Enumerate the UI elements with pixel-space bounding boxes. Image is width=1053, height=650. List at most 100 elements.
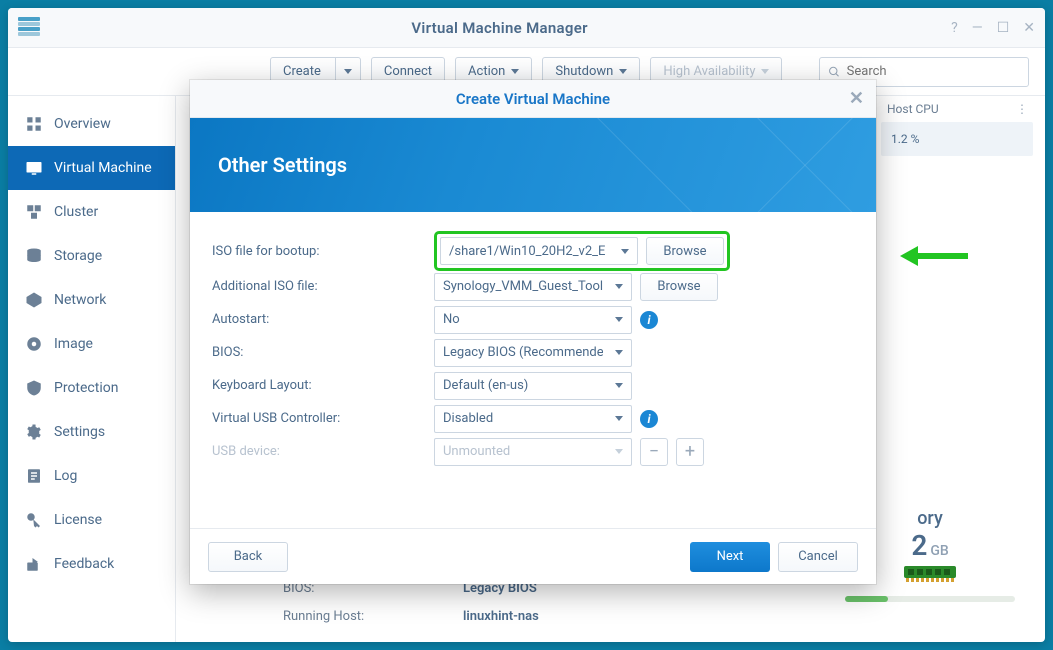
- chevron-down-icon: [621, 249, 629, 254]
- sidebar-item-log[interactable]: Log: [8, 454, 175, 498]
- cluster-icon: [24, 202, 44, 222]
- autostart-label: Autostart:: [212, 312, 434, 327]
- search-input[interactable]: [847, 64, 1020, 79]
- sidebar-label: Storage: [54, 248, 102, 264]
- sidebar-label: License: [54, 512, 102, 528]
- modal-header: Create Virtual Machine ✕: [190, 80, 876, 118]
- window-title: Virtual Machine Manager: [48, 19, 951, 37]
- image-icon: [24, 334, 44, 354]
- close-icon[interactable]: ✕: [1023, 20, 1035, 36]
- sidebar-label: Log: [54, 468, 77, 484]
- iso-bootup-label: ISO file for bootup:: [212, 244, 434, 259]
- chevron-down-icon: [615, 383, 623, 388]
- additional-iso-label: Additional ISO file:: [212, 279, 434, 294]
- additional-iso-value: Synology_VMM_Guest_Tool: [443, 279, 603, 294]
- chevron-down-icon: [615, 416, 623, 421]
- chevron-down-icon: [619, 69, 627, 74]
- help-icon[interactable]: ?: [951, 20, 958, 36]
- remove-usb-button[interactable]: −: [640, 438, 668, 466]
- modal-close-icon[interactable]: ✕: [849, 90, 864, 108]
- shutdown-label: Shutdown: [555, 64, 613, 79]
- usb-controller-select[interactable]: Disabled: [434, 405, 632, 433]
- modal-body: ISO file for bootup: /share1/Win10_20H2_…: [190, 212, 876, 468]
- host-cpu-label: Host CPU: [887, 102, 939, 116]
- modal-banner-title: Other Settings: [218, 153, 347, 177]
- chevron-down-icon: [615, 350, 623, 355]
- usb-device-label: USB device:: [212, 444, 434, 459]
- sidebar-label: Network: [54, 292, 106, 308]
- minimize-icon[interactable]: —: [972, 20, 983, 36]
- memory-label: ory: [917, 508, 943, 529]
- share-icon: [24, 554, 44, 574]
- sidebar-label: Virtual Machine: [54, 160, 152, 176]
- storage-icon: [24, 246, 44, 266]
- sidebar-item-storage[interactable]: Storage: [8, 234, 175, 278]
- sidebar-label: Cluster: [54, 204, 98, 220]
- sidebar-item-vm[interactable]: Virtual Machine: [8, 146, 175, 190]
- modal-banner: Other Settings: [190, 118, 876, 212]
- maximize-icon[interactable]: ☐: [997, 20, 1010, 36]
- sidebar-label: Settings: [54, 424, 105, 440]
- chevron-down-icon: [344, 69, 352, 74]
- autostart-select[interactable]: No: [434, 306, 632, 334]
- iso-bootup-browse-button[interactable]: Browse: [646, 237, 724, 265]
- sidebar: Overview Virtual Machine Cluster Storage…: [8, 96, 176, 642]
- additional-iso-browse-button[interactable]: Browse: [640, 273, 718, 301]
- modal-title: Create Virtual Machine: [456, 90, 610, 108]
- bios-select[interactable]: Legacy BIOS (Recommende: [434, 339, 632, 367]
- sidebar-item-feedback[interactable]: Feedback: [8, 542, 175, 586]
- back-button[interactable]: Back: [208, 542, 288, 572]
- keyboard-layout-label: Keyboard Layout:: [212, 378, 434, 393]
- ha-label: High Availability: [663, 64, 755, 79]
- gear-icon: [24, 422, 44, 442]
- sidebar-item-protection[interactable]: Protection: [8, 366, 175, 410]
- chevron-down-icon: [761, 69, 769, 74]
- app-window: Virtual Machine Manager ? — ☐ ✕ Create C…: [8, 8, 1045, 642]
- more-icon[interactable]: ⋮: [1016, 102, 1027, 116]
- sidebar-item-overview[interactable]: Overview: [8, 102, 175, 146]
- chevron-down-icon: [615, 449, 623, 454]
- bg-host-label: Running Host:: [283, 609, 443, 624]
- memory-bar: [845, 596, 1015, 602]
- sidebar-item-cluster[interactable]: Cluster: [8, 190, 175, 234]
- sidebar-item-network[interactable]: Network: [8, 278, 175, 322]
- sidebar-label: Feedback: [54, 556, 114, 572]
- usb-controller-value: Disabled: [443, 411, 493, 426]
- add-usb-button[interactable]: +: [676, 438, 704, 466]
- chevron-down-icon: [615, 317, 623, 322]
- create-vm-modal: Create Virtual Machine ✕ Other Settings …: [190, 80, 876, 584]
- sidebar-item-settings[interactable]: Settings: [8, 410, 175, 454]
- right-panel: Host CPU ⋮ 1.2 %: [881, 96, 1033, 156]
- window-controls: ? — ☐ ✕: [951, 20, 1035, 36]
- highlight-annotation: /share1/Win10_20H2_v2_E Browse: [434, 231, 730, 271]
- shield-icon: [24, 378, 44, 398]
- sidebar-label: Protection: [54, 380, 118, 396]
- info-icon[interactable]: i: [640, 410, 658, 428]
- usb-device-select: Unmounted: [434, 438, 632, 466]
- bg-host-value: linuxhint-nas: [463, 609, 539, 624]
- usb-device-value: Unmounted: [443, 444, 510, 459]
- chevron-down-icon: [511, 69, 519, 74]
- search-icon: [828, 65, 841, 79]
- create-label: Create: [283, 64, 321, 79]
- info-icon[interactable]: i: [640, 311, 658, 329]
- additional-iso-select[interactable]: Synology_VMM_Guest_Tool: [434, 273, 632, 301]
- sidebar-label: Overview: [54, 116, 111, 132]
- memory-value: 2: [911, 529, 927, 562]
- sidebar-item-image[interactable]: Image: [8, 322, 175, 366]
- arrow-annotation: [900, 243, 970, 269]
- iso-bootup-select[interactable]: /share1/Win10_20H2_v2_E: [440, 237, 638, 265]
- cancel-button[interactable]: Cancel: [778, 542, 858, 572]
- bios-value: Legacy BIOS (Recommende: [443, 345, 603, 360]
- keyboard-layout-value: Default (en-us): [443, 378, 528, 393]
- host-cpu-value: 1.2 %: [881, 122, 1033, 156]
- action-label: Action: [468, 64, 505, 79]
- dashboard-icon: [24, 114, 44, 134]
- connect-label: Connect: [384, 64, 432, 79]
- next-button[interactable]: Next: [690, 542, 770, 572]
- keyboard-layout-select[interactable]: Default (en-us): [434, 372, 632, 400]
- chip-icon: [900, 562, 960, 584]
- title-bar: Virtual Machine Manager ? — ☐ ✕: [8, 8, 1045, 48]
- sidebar-item-license[interactable]: License: [8, 498, 175, 542]
- autostart-value: No: [443, 312, 460, 327]
